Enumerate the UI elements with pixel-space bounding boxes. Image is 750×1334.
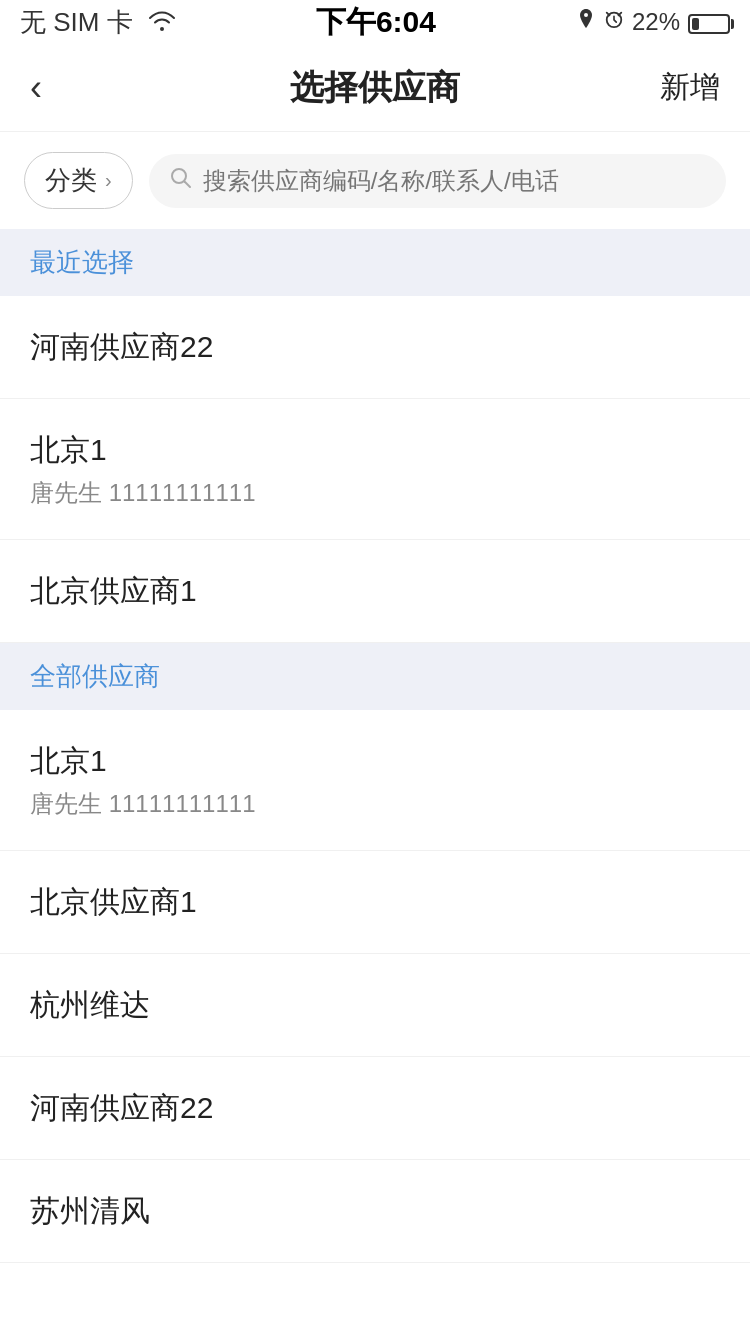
chevron-right-icon: › [105,169,112,192]
search-input-wrap [149,154,726,208]
item-name: 北京供应商1 [30,570,720,612]
page-title: 选择供应商 [290,65,460,111]
item-name: 北京供应商1 [30,881,720,923]
category-button[interactable]: 分类 › [24,152,133,209]
item-name: 河南供应商22 [30,326,720,368]
recent-items-list: 河南供应商22 北京1 唐先生 11111111111 北京供应商1 [0,296,750,643]
svg-point-0 [584,13,588,17]
item-name: 杭州维达 [30,984,720,1026]
add-button[interactable]: 新增 [660,67,720,108]
location-icon [576,8,596,36]
list-item[interactable]: 杭州维达 [0,954,750,1057]
search-input[interactable] [203,167,706,195]
all-section-header: 全部供应商 [0,643,750,710]
list-item[interactable]: 河南供应商22 [0,1057,750,1160]
nav-bar: ‹ 选择供应商 新增 [0,44,750,132]
list-item[interactable]: 北京1 唐先生 11111111111 [0,399,750,540]
recent-section-label: 最近选择 [30,247,134,277]
list-item[interactable]: 北京供应商1 [0,540,750,643]
back-button[interactable]: ‹ [30,67,90,109]
alarm-icon [604,8,624,36]
battery-icon [688,8,730,36]
item-name: 苏州清风 [30,1190,720,1232]
list-item[interactable]: 北京供应商1 [0,851,750,954]
all-section-label: 全部供应商 [30,661,160,691]
item-sub: 唐先生 11111111111 [30,788,720,820]
list-item[interactable]: 河南供应商22 [0,296,750,399]
list-item[interactable]: 苏州清风 [0,1160,750,1263]
search-bar: 分类 › [0,132,750,229]
item-name: 河南供应商22 [30,1087,720,1129]
item-name: 北京1 [30,429,720,471]
list-item[interactable]: 北京1 唐先生 11111111111 [0,710,750,851]
no-sim-text: 无 SIM 卡 [20,7,133,37]
item-name: 北京1 [30,740,720,782]
status-signal: 无 SIM 卡 [20,5,176,40]
recent-section-header: 最近选择 [0,229,750,296]
status-time: 下午6:04 [316,2,436,43]
battery-percent: 22% [632,8,680,36]
all-items-list: 北京1 唐先生 11111111111 北京供应商1 杭州维达河南供应商22 苏州清风 [0,710,750,1263]
category-label: 分类 [45,163,97,198]
search-icon [169,166,193,196]
status-bar: 无 SIM 卡 下午6:04 22% [0,0,750,44]
status-indicators: 22% [576,8,730,36]
item-sub: 唐先生 11111111111 [30,477,720,509]
wifi-icon [148,7,176,37]
